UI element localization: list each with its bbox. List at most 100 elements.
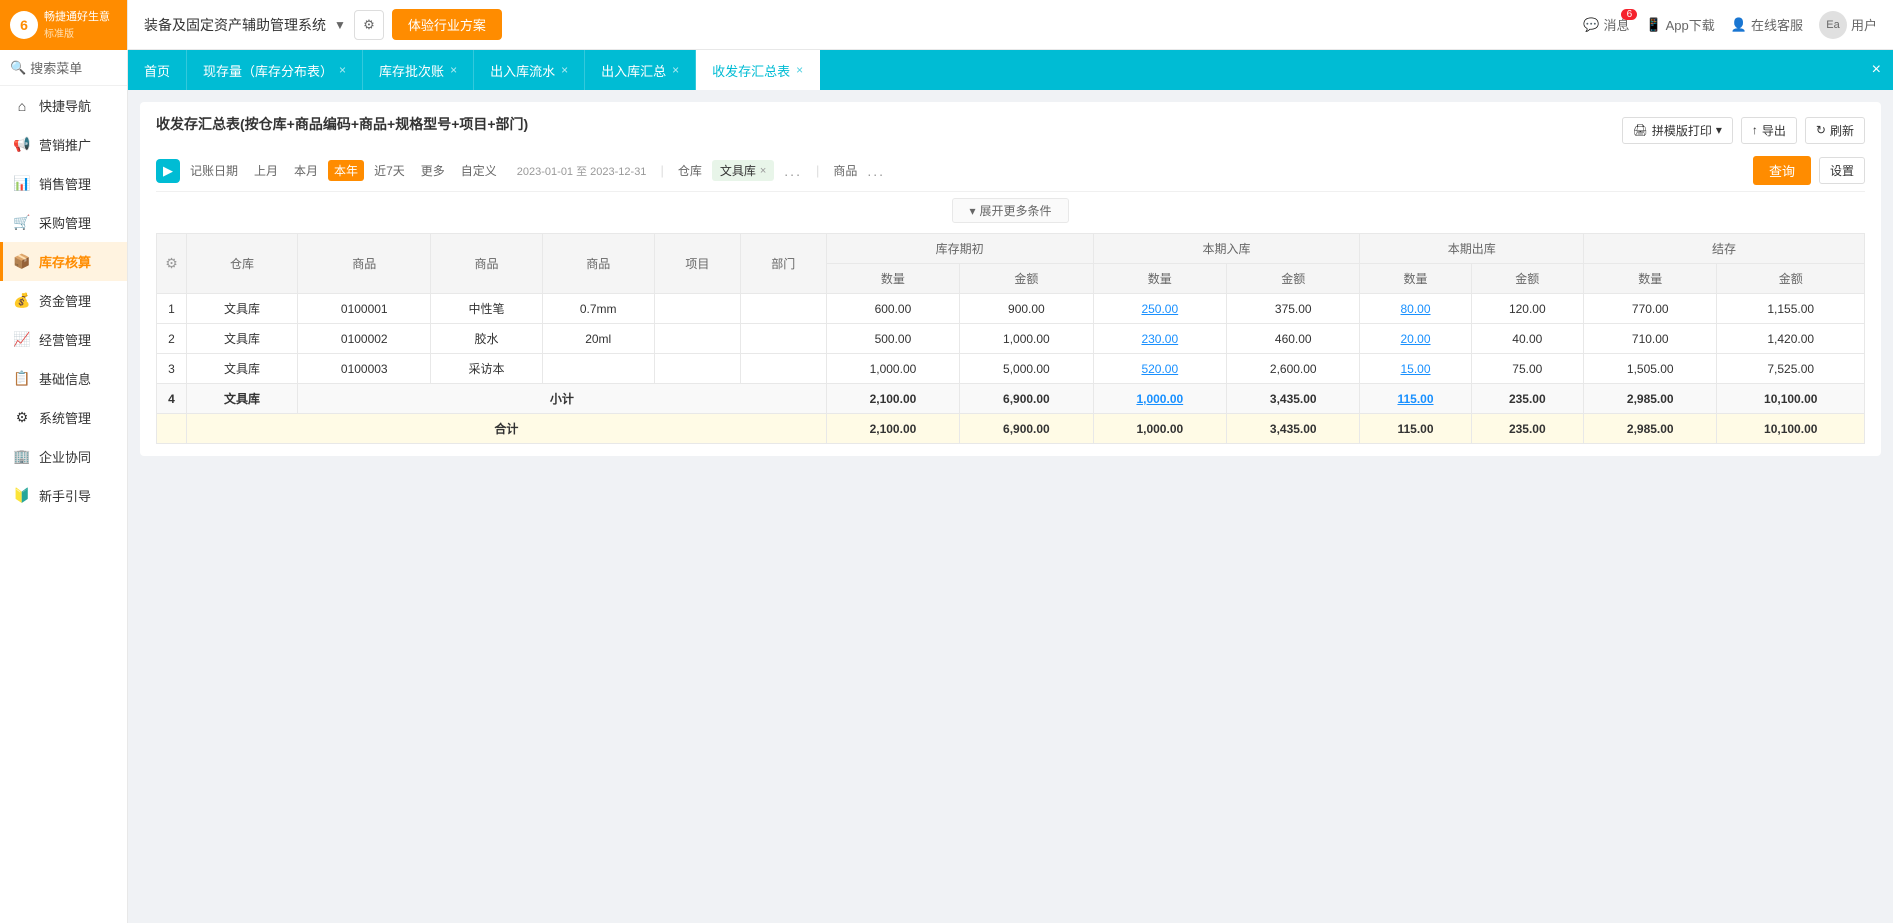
date-opt-this-year[interactable]: 本年	[328, 160, 364, 181]
row-in-amt: 460.00	[1227, 324, 1360, 354]
row-out-amt: 40.00	[1471, 324, 1583, 354]
date-opt-custom[interactable]: 自定义	[455, 160, 503, 181]
sidebar-item-sales[interactable]: 📊 销售管理	[0, 164, 127, 203]
row-opening-qty: 600.00	[826, 294, 959, 324]
row-closing-amt: 1,420.00	[1717, 324, 1865, 354]
tab-stock-dist-close[interactable]: ×	[339, 63, 346, 77]
tab-in-out-summary-close[interactable]: ×	[672, 63, 679, 77]
date-range: 2023-01-01 至 2023-12-31	[517, 163, 647, 179]
user-avatar-button[interactable]: Ea 用户	[1819, 11, 1877, 39]
tab-batch-ledger-close[interactable]: ×	[450, 63, 457, 77]
sidebar-item-basic[interactable]: 📋 基础信息	[0, 359, 127, 398]
row-no: 3	[157, 354, 187, 384]
row-in-qty[interactable]: 520.00	[1093, 354, 1226, 384]
subtotal-no: 4	[157, 384, 187, 414]
export-label: 导出	[1762, 122, 1786, 139]
table-row: 2 文具库 0100002 胶水 20ml 500.00 1,000.00 23…	[157, 324, 1865, 354]
sidebar-item-quick-nav[interactable]: ⌂ 快捷导航	[0, 86, 127, 125]
row-department	[740, 354, 826, 384]
print-button[interactable]: 🖨 拼模版打印 ▾	[1622, 117, 1733, 144]
table-wrapper: ⚙ 仓库 商品 商品 商品 项目 部门 库存期初 本期入库 本期出库 结存	[156, 233, 1865, 444]
tab-bar-close[interactable]: ×	[1872, 61, 1881, 79]
th-out-qty: 数量	[1360, 264, 1471, 294]
marketing-icon: 📢	[13, 136, 31, 153]
column-setting-button[interactable]: 设置	[1819, 157, 1865, 184]
row-opening-amt: 1,000.00	[960, 324, 1093, 354]
col-setting-header[interactable]: ⚙	[157, 234, 187, 294]
sidebar-item-label: 库存核算	[39, 252, 91, 271]
filter-toggle[interactable]: ▶	[156, 159, 180, 183]
tab-batch-ledger[interactable]: 库存批次账 ×	[363, 50, 474, 90]
sidebar-item-finance[interactable]: 💰 资金管理	[0, 281, 127, 320]
sidebar-item-system[interactable]: ⚙ 系统管理	[0, 398, 127, 437]
page-card: 收发存汇总表(按仓库+商品编码+商品+规格型号+项目+部门) 🖨 拼模版打印 ▾…	[140, 102, 1881, 456]
system-dropdown[interactable]: ▼	[334, 18, 346, 32]
sidebar-item-label: 销售管理	[39, 174, 91, 193]
filter-divider2: |	[816, 163, 819, 178]
row-out-amt: 120.00	[1471, 294, 1583, 324]
sidebar-item-purchase[interactable]: 🛒 采购管理	[0, 203, 127, 242]
sidebar-item-enterprise[interactable]: 🏢 企业协同	[0, 437, 127, 476]
row-in-qty[interactable]: 250.00	[1093, 294, 1226, 324]
table-gear-icon[interactable]: ⚙	[165, 255, 178, 271]
user-label: 用户	[1851, 15, 1877, 34]
export-button[interactable]: ↑ 导出	[1741, 117, 1797, 144]
tab-stock-dist-label: 现存量（库存分布表）	[203, 61, 333, 80]
row-out-qty[interactable]: 15.00	[1360, 354, 1471, 384]
tab-receive-send[interactable]: 收发存汇总表 ×	[696, 50, 820, 90]
refresh-button[interactable]: ↻ 刷新	[1805, 117, 1865, 144]
date-opt-last-month[interactable]: 上月	[248, 160, 284, 181]
sidebar-item-label: 系统管理	[39, 408, 91, 427]
row-closing-qty: 770.00	[1584, 294, 1717, 324]
row-in-amt: 2,600.00	[1227, 354, 1360, 384]
tab-in-out-flow-close[interactable]: ×	[561, 63, 568, 77]
purchase-icon: 🛒	[13, 214, 31, 231]
expand-button[interactable]: ▾ 展开更多条件	[952, 198, 1068, 223]
main-area: 装备及固定资产辅助管理系统 ▼ ⚙ 体验行业方案 💬 消息 6 📱 App下载 …	[128, 0, 1893, 923]
warehouse-tag-remove[interactable]: ×	[760, 165, 766, 177]
message-icon: 💬	[1583, 17, 1599, 33]
tab-receive-send-label: 收发存汇总表	[712, 61, 790, 80]
sidebar-item-guide[interactable]: 🔰 新手引导	[0, 476, 127, 515]
row-opening-qty: 500.00	[826, 324, 959, 354]
tab-home[interactable]: 首页	[128, 50, 187, 90]
row-project	[654, 324, 740, 354]
total-in-amt: 3,435.00	[1227, 414, 1360, 444]
sidebar-item-label: 基础信息	[39, 369, 91, 388]
trial-button[interactable]: 体验行业方案	[392, 9, 502, 40]
system-icon: ⚙	[13, 409, 31, 426]
date-opt-this-month[interactable]: 本月	[288, 160, 324, 181]
tab-stock-dist[interactable]: 现存量（库存分布表） ×	[187, 50, 363, 90]
row-in-amt: 375.00	[1227, 294, 1360, 324]
export-icon: ↑	[1752, 123, 1758, 137]
online-service-label: 在线客服	[1751, 15, 1803, 34]
th-in-group: 本期入库	[1093, 234, 1360, 264]
message-button[interactable]: 💬 消息 6	[1583, 15, 1629, 34]
basic-icon: 📋	[13, 370, 31, 387]
date-opt-more[interactable]: 更多	[415, 160, 451, 181]
settings-button[interactable]: ⚙	[354, 10, 384, 40]
row-warehouse: 文具库	[187, 354, 298, 384]
date-label: 记账日期	[190, 162, 238, 179]
query-button[interactable]: 查询	[1753, 156, 1811, 185]
row-out-qty[interactable]: 20.00	[1360, 324, 1471, 354]
row-out-amt: 75.00	[1471, 354, 1583, 384]
tab-in-out-flow[interactable]: 出入库流水 ×	[474, 50, 585, 90]
warehouse-more[interactable]: ...	[784, 163, 802, 179]
sidebar-item-operation[interactable]: 📈 经营管理	[0, 320, 127, 359]
row-in-qty[interactable]: 230.00	[1093, 324, 1226, 354]
tab-in-out-summary[interactable]: 出入库汇总 ×	[585, 50, 696, 90]
date-opt-7days[interactable]: 近7天	[368, 160, 411, 181]
online-service-button[interactable]: 👤 在线客服	[1731, 15, 1803, 34]
sidebar-item-inventory[interactable]: 📦 库存核算	[0, 242, 127, 281]
th-warehouse: 仓库	[187, 234, 298, 294]
row-goods-name: 中性笔	[431, 294, 542, 324]
tab-receive-send-close[interactable]: ×	[796, 63, 803, 77]
row-goods-spec	[542, 354, 654, 384]
app-download-button[interactable]: 📱 App下载	[1645, 15, 1714, 34]
total-in-qty: 1,000.00	[1093, 414, 1226, 444]
sidebar-item-marketing[interactable]: 📢 营销推广	[0, 125, 127, 164]
sidebar-search[interactable]: 🔍 搜索菜单	[0, 50, 127, 86]
goods-more[interactable]: ...	[867, 163, 885, 179]
row-out-qty[interactable]: 80.00	[1360, 294, 1471, 324]
